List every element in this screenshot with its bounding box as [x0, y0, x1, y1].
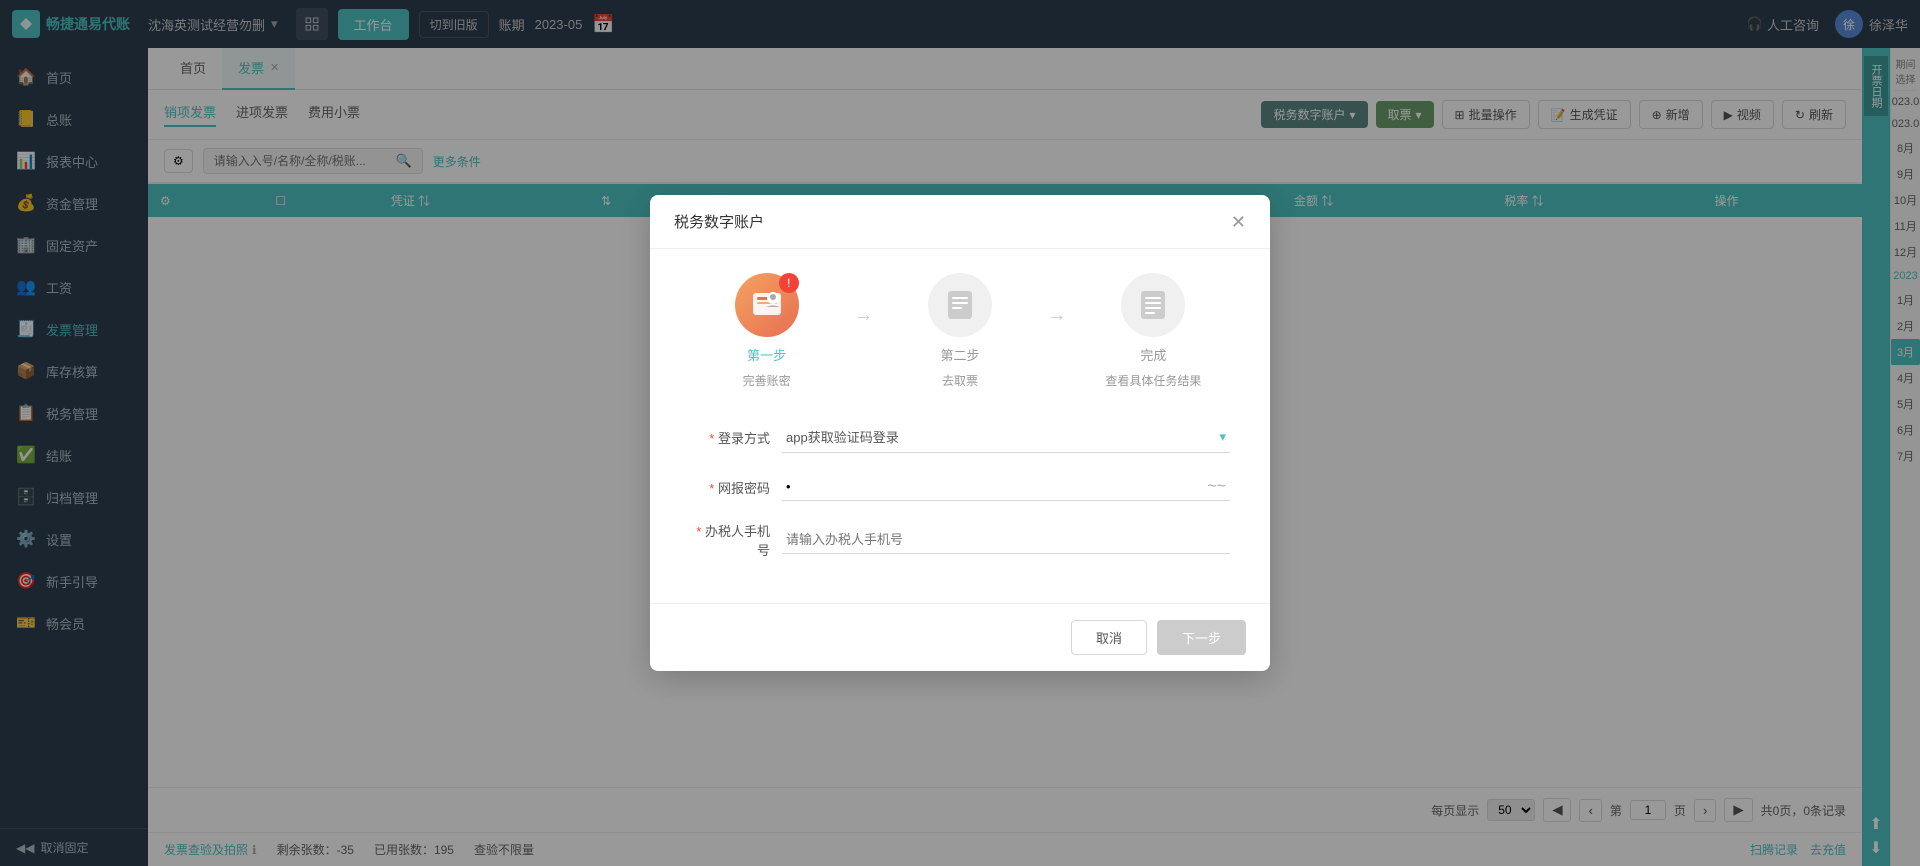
step-1-subtitle: 完善账密: [743, 372, 791, 389]
modal-close-button[interactable]: ✕: [1231, 213, 1246, 231]
modal-footer: 取消 下一步: [650, 603, 1270, 671]
login-method-select[interactable]: app获取验证码登录 ▾: [782, 421, 1230, 453]
cancel-button[interactable]: 取消: [1071, 620, 1147, 655]
step-1-badge: !: [779, 273, 799, 293]
required-mark-3: *: [696, 524, 701, 539]
required-mark-2: *: [709, 481, 714, 496]
next-button[interactable]: 下一步: [1157, 620, 1246, 655]
modal-header: 税务数字账户 ✕: [650, 195, 1270, 249]
modal: 税务数字账户 ✕ !: [650, 195, 1270, 671]
step-arrow-2: →: [1037, 304, 1077, 327]
step-1-title: 第一步: [747, 345, 786, 364]
form-row-login-method: * 登录方式 app获取验证码登录 ▾: [690, 421, 1230, 453]
steps: ! 第一步 完善账密 → 第: [690, 273, 1230, 389]
modal-overlay[interactable]: 税务数字账户 ✕ !: [0, 0, 1920, 866]
step-1: ! 第一步 完善账密: [690, 273, 843, 389]
step-2-title: 第二步: [940, 345, 979, 364]
step-3-svg: [1135, 287, 1171, 323]
modal-body: ! 第一步 完善账密 → 第: [650, 249, 1270, 603]
step-1-icon-wrap: !: [735, 273, 799, 337]
step-2: 第二步 去取票: [883, 273, 1036, 389]
step-1-svg: [749, 287, 785, 323]
login-method-label: * 登录方式: [690, 428, 770, 447]
required-mark-1: *: [709, 431, 714, 446]
phone-input[interactable]: [782, 526, 1230, 554]
step-arrow-1: →: [843, 304, 883, 327]
password-label: * 网报密码: [690, 478, 770, 497]
step-3: 完成 查看具体任务结果: [1077, 273, 1230, 389]
password-toggle-icon[interactable]: ~~: [1203, 478, 1230, 496]
step-2-icon-wrap: [928, 273, 992, 337]
form-row-phone: * 办税人手机号: [690, 521, 1230, 559]
step-3-icon-wrap: [1121, 273, 1185, 337]
step-2-subtitle: 去取票: [942, 372, 978, 389]
login-method-chevron-icon: ▾: [1219, 429, 1226, 445]
phone-label: * 办税人手机号: [690, 521, 770, 559]
password-input[interactable]: [782, 473, 1203, 500]
step-3-title: 完成: [1140, 345, 1166, 364]
step-3-subtitle: 查看具体任务结果: [1105, 372, 1201, 389]
step-2-svg: [942, 287, 978, 323]
password-wrap: ~~: [782, 473, 1230, 501]
modal-title: 税务数字账户: [674, 211, 764, 232]
form-row-password: * 网报密码 ~~: [690, 473, 1230, 501]
login-method-value: app获取验证码登录: [786, 427, 899, 446]
